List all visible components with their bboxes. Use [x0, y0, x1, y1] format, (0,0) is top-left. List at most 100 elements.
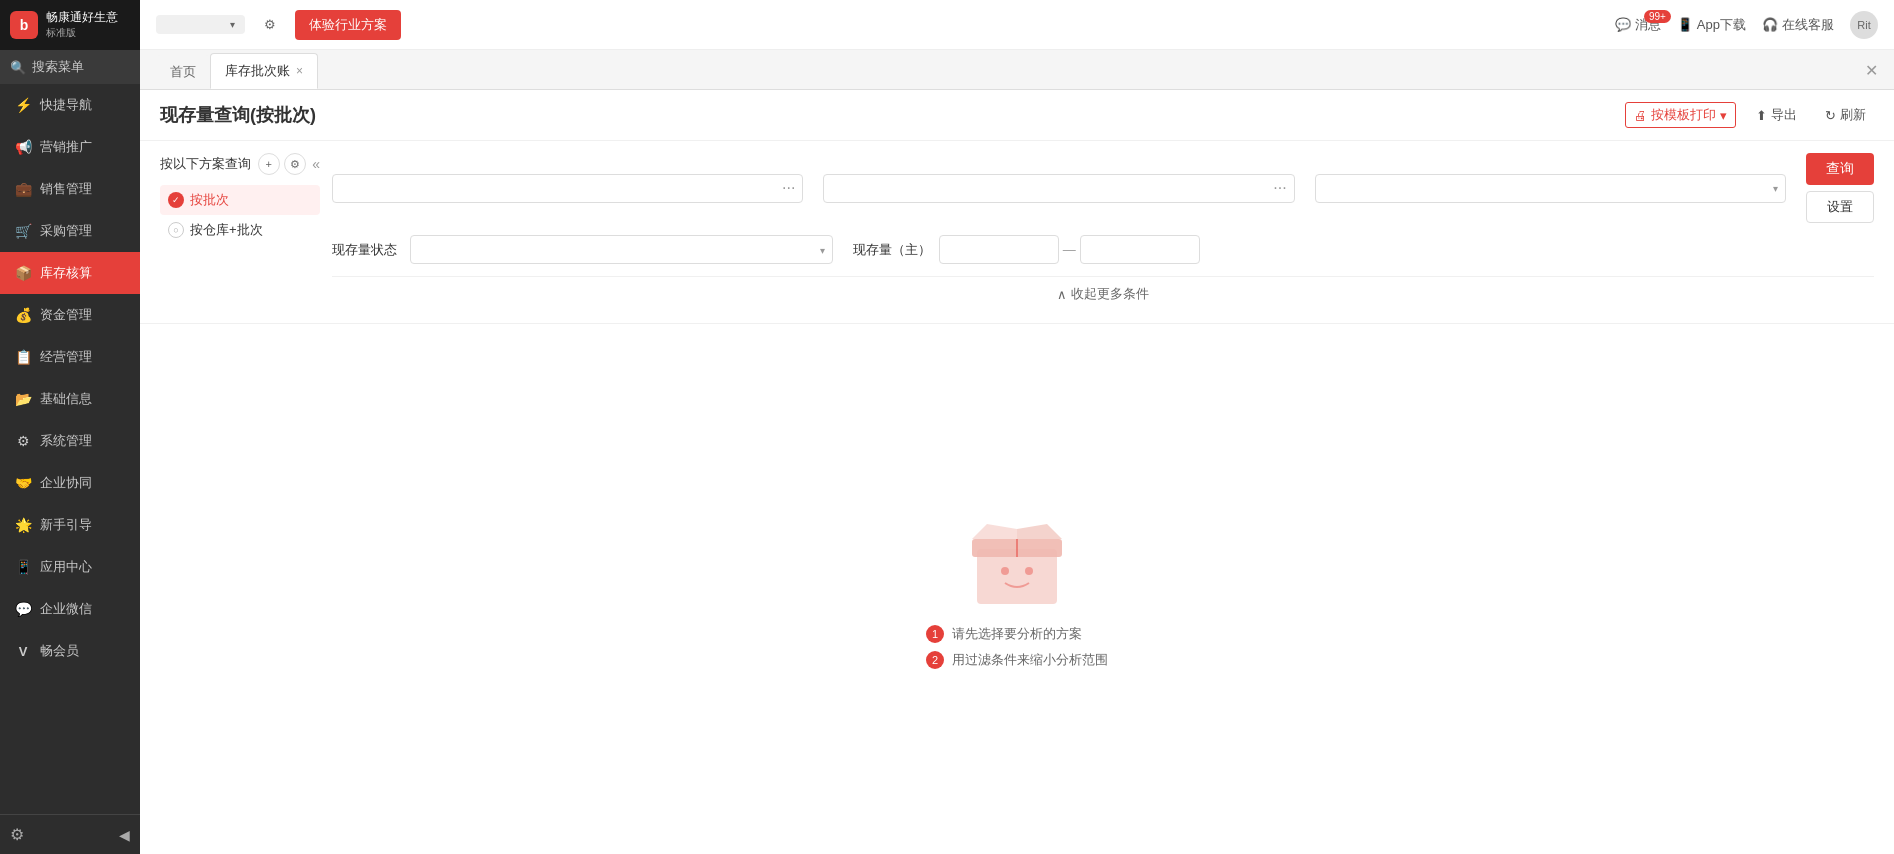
app-download-btn[interactable]: 📱 App下载: [1677, 16, 1746, 34]
topbar: ▾ ⚙ 体验行业方案 💬 消息 99+ 📱 App下载 🎧 在线客服: [140, 0, 1894, 50]
empty-tip-2: 2 用过滤条件来缩小分析范围: [926, 651, 1108, 669]
phone-icon: 📱: [1677, 17, 1693, 32]
sidebar-item-business[interactable]: 📋 经营管理: [0, 336, 140, 378]
product-more-btn[interactable]: ···: [1273, 179, 1286, 197]
page-content: 现存量查询(按批次) 🖨 按模板打印 ▾ ⬆ 导出 ↻ 刷新: [140, 90, 1894, 854]
system-icon: ⚙: [14, 432, 32, 450]
sidebar-item-finance[interactable]: 💰 资金管理: [0, 294, 140, 336]
app-center-icon: 📱: [14, 558, 32, 576]
sidebar-item-marketing[interactable]: 📢 营销推广: [0, 126, 140, 168]
trial-button[interactable]: 体验行业方案: [295, 10, 401, 40]
warehouse-more-btn[interactable]: ···: [782, 179, 795, 197]
query-button[interactable]: 查询: [1806, 153, 1874, 185]
member-icon: V: [14, 642, 32, 660]
footer-settings-btn[interactable]: ⚙: [10, 825, 24, 844]
main-area: ▾ ⚙ 体验行业方案 💬 消息 99+ 📱 App下载 🎧 在线客服: [140, 0, 1894, 854]
sidebar-item-enterprise[interactable]: 🤝 企业协同: [0, 462, 140, 504]
svg-point-3: [1001, 567, 1009, 575]
export-icon: ⬆: [1756, 108, 1767, 123]
print-btn[interactable]: 🖨 按模板打印 ▾: [1625, 102, 1736, 128]
topbar-left: ▾ ⚙ 体验行业方案: [156, 10, 1605, 40]
empty-state: 1 请先选择要分析的方案 2 用过滤条件来缩小分析范围: [140, 324, 1894, 854]
settings-button[interactable]: 设置: [1806, 191, 1874, 223]
filter-row-2: 现存量状态 ▾ 现存量（主） —: [332, 235, 1874, 264]
filter-plan-batch[interactable]: ✓ 按批次: [160, 185, 320, 215]
app-logo: b: [10, 11, 38, 39]
svg-rect-0: [977, 549, 1057, 604]
svg-point-4: [1025, 567, 1033, 575]
sidebar-item-sales[interactable]: 💼 销售管理: [0, 168, 140, 210]
qty-max-input[interactable]: [1080, 235, 1200, 264]
company-selector[interactable]: ▾: [156, 15, 245, 34]
status-select[interactable]: [1315, 174, 1786, 203]
collapse-more-btn[interactable]: ∧ 收起更多条件: [332, 276, 1874, 311]
filter-actions: 查询 设置: [1806, 153, 1874, 223]
online-service-btn[interactable]: 🎧 在线客服: [1762, 16, 1834, 34]
empty-tips: 1 请先选择要分析的方案 2 用过滤条件来缩小分析范围: [926, 625, 1108, 669]
empty-tip-1: 1 请先选择要分析的方案: [926, 625, 1108, 643]
filter-sidebar-header: 按以下方案查询 + ⚙ «: [160, 153, 320, 175]
search-icon: 🔍: [10, 60, 26, 75]
quick-nav-icon: ⚡: [14, 96, 32, 114]
filter-add-btn[interactable]: +: [258, 153, 280, 175]
messages-btn[interactable]: 💬 消息 99+: [1615, 16, 1661, 34]
company-chevron-icon: ▾: [230, 19, 235, 30]
tab-panel-close-btn[interactable]: ✕: [1865, 60, 1878, 79]
filter-status: ▾: [1315, 174, 1786, 203]
tip-1-number: 1: [926, 625, 944, 643]
sidebar-item-purchase[interactable]: 🛒 采购管理: [0, 210, 140, 252]
add-icon: +: [265, 158, 271, 170]
settings-icon: ⚙: [264, 17, 276, 32]
page-title: 现存量查询(按批次): [160, 103, 316, 127]
app-name: 畅康通好生意: [46, 10, 118, 26]
filter-row-1: ··· ··· ▾: [332, 153, 1874, 223]
filter-plan-warehouse-batch[interactable]: ○ 按仓库+批次: [160, 215, 320, 245]
sidebar-header: b 畅康通好生意 标准版: [0, 0, 140, 50]
tab-home[interactable]: 首页: [156, 55, 210, 89]
sidebar-footer: ⚙ ◀: [0, 814, 140, 854]
inventory-status-select[interactable]: [410, 235, 833, 264]
user-avatar: Rit: [1850, 11, 1878, 39]
filter-product: ···: [823, 174, 1294, 203]
sidebar-nav: ⚡ 快捷导航 📢 营销推广 💼 销售管理 🛒 采购管理 📦 库存核算 💰 资金管…: [0, 84, 140, 814]
sidebar-item-app-center[interactable]: 📱 应用中心: [0, 546, 140, 588]
export-btn[interactable]: ⬆ 导出: [1748, 102, 1805, 128]
gear-icon: ⚙: [290, 158, 300, 171]
sidebar-item-quick-nav[interactable]: ⚡ 快捷导航: [0, 84, 140, 126]
topbar-settings-btn[interactable]: ⚙: [255, 10, 285, 40]
empty-illustration: [957, 509, 1077, 609]
enterprise-icon: 🤝: [14, 474, 32, 492]
search-menu[interactable]: 🔍 搜索菜单: [0, 50, 140, 84]
sidebar-item-basic[interactable]: 📂 基础信息: [0, 378, 140, 420]
tab-inventory-batch[interactable]: 库存批次账 ×: [210, 53, 318, 89]
sidebar-item-inventory[interactable]: 📦 库存核算: [0, 252, 140, 294]
print-icon: 🖨: [1634, 108, 1647, 123]
sidebar: b 畅康通好生意 标准版 🔍 搜索菜单 ⚡ 快捷导航 📢 营销推广 💼 销售管理…: [0, 0, 140, 854]
sidebar-item-system[interactable]: ⚙ 系统管理: [0, 420, 140, 462]
sales-icon: 💼: [14, 180, 32, 198]
filter-form-wrapper: ··· ··· ▾: [332, 153, 1874, 311]
qty-min-input[interactable]: [939, 235, 1059, 264]
basic-icon: 📂: [14, 390, 32, 408]
user-profile-btn[interactable]: Rit: [1850, 11, 1878, 39]
tab-close-btn[interactable]: ×: [296, 64, 303, 78]
footer-collapse-btn[interactable]: ◀: [119, 827, 130, 843]
message-icon: 💬: [1615, 17, 1631, 32]
filter-collapse-sidebar-btn[interactable]: «: [312, 156, 320, 172]
page-header: 现存量查询(按批次) 🖨 按模板打印 ▾ ⬆ 导出 ↻ 刷新: [140, 90, 1894, 141]
filter-form: ··· ··· ▾: [332, 153, 1874, 264]
filter-inventory-qty: 现存量（主） —: [853, 235, 1354, 264]
wechat-icon: 💬: [14, 600, 32, 618]
filter-settings-btn[interactable]: ⚙: [284, 153, 306, 175]
warehouse-input[interactable]: [332, 174, 803, 203]
purchase-icon: 🛒: [14, 222, 32, 240]
plan-active-dot: ✓: [168, 192, 184, 208]
filter-sidebar-actions: + ⚙: [258, 153, 306, 175]
business-icon: 📋: [14, 348, 32, 366]
refresh-btn[interactable]: ↻ 刷新: [1817, 102, 1874, 128]
marketing-icon: 📢: [14, 138, 32, 156]
sidebar-item-member[interactable]: V 畅会员: [0, 630, 140, 672]
sidebar-item-wechat[interactable]: 💬 企业微信: [0, 588, 140, 630]
sidebar-item-newbie[interactable]: 🌟 新手引导: [0, 504, 140, 546]
product-input[interactable]: [823, 174, 1294, 203]
